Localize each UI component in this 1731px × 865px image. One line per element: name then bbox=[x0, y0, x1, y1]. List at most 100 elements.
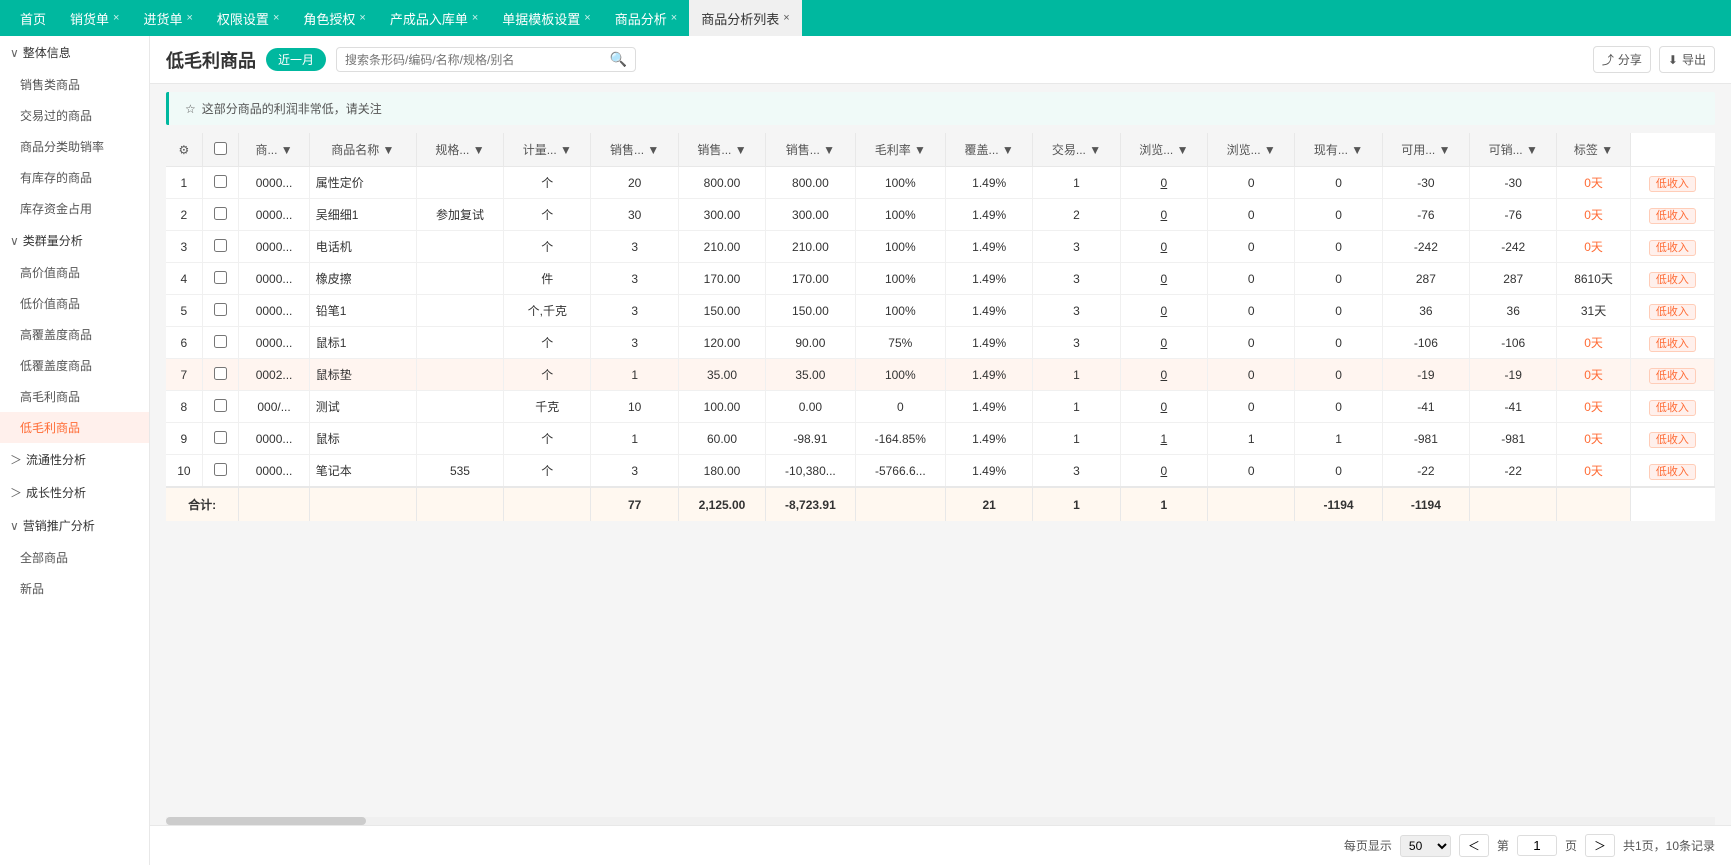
col-coverage[interactable]: 覆盖... ▼ bbox=[945, 133, 1032, 167]
row-stock1: -19 bbox=[1382, 359, 1469, 391]
row-trade[interactable]: 0 bbox=[1120, 231, 1207, 263]
prev-page-button[interactable]: ＜ bbox=[1459, 834, 1489, 857]
row-trade[interactable]: 0 bbox=[1120, 327, 1207, 359]
row-select-checkbox[interactable] bbox=[214, 175, 227, 188]
row-checkbox[interactable] bbox=[202, 231, 239, 263]
row-select-checkbox[interactable] bbox=[214, 431, 227, 444]
row-trade[interactable]: 0 bbox=[1120, 263, 1207, 295]
close-role-auth[interactable]: × bbox=[359, 12, 365, 24]
sidebar-item-low-margin[interactable]: 低毛利商品 bbox=[0, 412, 149, 443]
nav-purchase-order[interactable]: 进货单 × bbox=[131, 0, 204, 36]
col-sellable-days[interactable]: 可销... ▼ bbox=[1470, 133, 1557, 167]
col-settings[interactable]: ⚙ bbox=[166, 133, 202, 167]
row-checkbox[interactable] bbox=[202, 295, 239, 327]
row-checkbox[interactable] bbox=[202, 327, 239, 359]
col-trade[interactable]: 交易... ▼ bbox=[1033, 133, 1120, 167]
row-checkbox[interactable] bbox=[202, 263, 239, 295]
row-checkbox[interactable] bbox=[202, 359, 239, 391]
sidebar-item-high-value[interactable]: 高价值商品 bbox=[0, 257, 149, 288]
sidebar-item-new-products[interactable]: 新品 bbox=[0, 573, 149, 604]
row-select-checkbox[interactable] bbox=[214, 303, 227, 316]
col-gross-rate[interactable]: 毛利率 ▼ bbox=[855, 133, 945, 167]
col-checkbox[interactable] bbox=[202, 133, 239, 167]
sidebar-item-stock-capital[interactable]: 库存资金占用 bbox=[0, 193, 149, 224]
col-sales-price[interactable]: 销售... ▼ bbox=[678, 133, 765, 167]
col-spec[interactable]: 规格... ▼ bbox=[416, 133, 503, 167]
row-trade[interactable]: 0 bbox=[1120, 359, 1207, 391]
col-name[interactable]: 商品名称 ▼ bbox=[309, 133, 416, 167]
close-sales-order[interactable]: × bbox=[113, 12, 119, 24]
row-select-checkbox[interactable] bbox=[214, 399, 227, 412]
table-container[interactable]: ⚙ 商... ▼ 商品名称 ▼ 规格... ▼ 计量... ▼ 销售... ▼ … bbox=[150, 133, 1731, 817]
row-select-checkbox[interactable] bbox=[214, 367, 227, 380]
row-checkbox[interactable] bbox=[202, 199, 239, 231]
nav-permissions[interactable]: 权限设置 × bbox=[205, 0, 291, 36]
col-code[interactable]: 商... ▼ bbox=[239, 133, 310, 167]
sidebar-group-cluster[interactable]: ∨ 类群量分析 bbox=[0, 224, 149, 257]
nav-finished-goods[interactable]: 产成品入库单 × bbox=[378, 0, 490, 36]
row-tag: 低收入 bbox=[1630, 391, 1714, 423]
close-product-analysis[interactable]: × bbox=[671, 12, 677, 24]
nav-product-analysis[interactable]: 商品分析 × bbox=[603, 0, 689, 36]
nav-home[interactable]: 首页 bbox=[8, 0, 58, 36]
row-trade[interactable]: 0 bbox=[1120, 167, 1207, 199]
row-select-checkbox[interactable] bbox=[214, 239, 227, 252]
row-select-checkbox[interactable] bbox=[214, 271, 227, 284]
nav-role-auth[interactable]: 角色授权 × bbox=[291, 0, 377, 36]
close-permissions[interactable]: × bbox=[273, 12, 279, 24]
sidebar-item-traded-products[interactable]: 交易过的商品 bbox=[0, 100, 149, 131]
row-select-checkbox[interactable] bbox=[214, 207, 227, 220]
search-box[interactable]: 🔍 bbox=[336, 47, 636, 72]
row-checkbox[interactable] bbox=[202, 391, 239, 423]
sidebar-group-growth[interactable]: ＞ 成长性分析 bbox=[0, 476, 149, 509]
row-checkbox[interactable] bbox=[202, 423, 239, 455]
sidebar-group-liquidity[interactable]: ＞ 流通性分析 bbox=[0, 443, 149, 476]
col-unit[interactable]: 计量... ▼ bbox=[504, 133, 591, 167]
nav-sales-order[interactable]: 销货单 × bbox=[58, 0, 131, 36]
row-trade[interactable]: 0 bbox=[1120, 391, 1207, 423]
row-stock2: -41 bbox=[1470, 391, 1557, 423]
row-checkbox[interactable] bbox=[202, 167, 239, 199]
share-button[interactable]: ⤴ 分享 bbox=[1593, 46, 1651, 73]
sidebar-item-low-coverage[interactable]: 低覆盖度商品 bbox=[0, 350, 149, 381]
search-input[interactable] bbox=[345, 53, 610, 67]
sidebar-item-category-rate[interactable]: 商品分类助销率 bbox=[0, 131, 149, 162]
next-page-button[interactable]: ＞ bbox=[1585, 834, 1615, 857]
col-sales-qty[interactable]: 销售... ▼ bbox=[591, 133, 678, 167]
col-browse2[interactable]: 浏览... ▼ bbox=[1208, 133, 1295, 167]
close-product-analysis-list[interactable]: × bbox=[783, 12, 789, 24]
col-sales-amount[interactable]: 销售... ▼ bbox=[766, 133, 855, 167]
page-number-input[interactable] bbox=[1517, 835, 1557, 856]
row-trade[interactable]: 0 bbox=[1120, 455, 1207, 488]
row-trade[interactable]: 1 bbox=[1120, 423, 1207, 455]
col-current-stock[interactable]: 现有... ▼ bbox=[1295, 133, 1382, 167]
row-trade[interactable]: 0 bbox=[1120, 295, 1207, 327]
close-finished-goods[interactable]: × bbox=[472, 12, 478, 24]
sidebar-item-in-stock[interactable]: 有库存的商品 bbox=[0, 162, 149, 193]
horizontal-scrollbar[interactable] bbox=[166, 817, 1715, 825]
select-all-checkbox[interactable] bbox=[214, 142, 227, 155]
period-button[interactable]: 近一月 bbox=[266, 48, 326, 71]
sidebar-item-high-coverage[interactable]: 高覆盖度商品 bbox=[0, 319, 149, 350]
page-size-select[interactable]: 50 100 200 bbox=[1400, 835, 1451, 857]
row-trade[interactable]: 0 bbox=[1120, 199, 1207, 231]
nav-product-analysis-list[interactable]: 商品分析列表 × bbox=[689, 0, 801, 36]
col-tag[interactable]: 标签 ▼ bbox=[1557, 133, 1630, 167]
sidebar-group-marketing[interactable]: ∨ 营销推广分析 bbox=[0, 509, 149, 542]
col-browse1[interactable]: 浏览... ▼ bbox=[1120, 133, 1207, 167]
row-select-checkbox[interactable] bbox=[214, 463, 227, 476]
row-select-checkbox[interactable] bbox=[214, 335, 227, 348]
export-button[interactable]: ⬇ 导出 bbox=[1659, 46, 1715, 73]
sidebar-item-high-margin[interactable]: 高毛利商品 bbox=[0, 381, 149, 412]
row-amount: -98.91 bbox=[766, 423, 855, 455]
close-purchase-order[interactable]: × bbox=[186, 12, 192, 24]
sidebar-item-sales-products[interactable]: 销售类商品 bbox=[0, 69, 149, 100]
close-template-settings[interactable]: × bbox=[584, 12, 590, 24]
sidebar-group-overall[interactable]: ∨ 整体信息 bbox=[0, 36, 149, 69]
row-checkbox[interactable] bbox=[202, 455, 239, 488]
sidebar-item-all-products[interactable]: 全部商品 bbox=[0, 542, 149, 573]
scrollbar-thumb[interactable] bbox=[166, 817, 366, 825]
sidebar-item-low-value[interactable]: 低价值商品 bbox=[0, 288, 149, 319]
nav-template-settings[interactable]: 单据模板设置 × bbox=[490, 0, 602, 36]
col-available-stock[interactable]: 可用... ▼ bbox=[1382, 133, 1469, 167]
